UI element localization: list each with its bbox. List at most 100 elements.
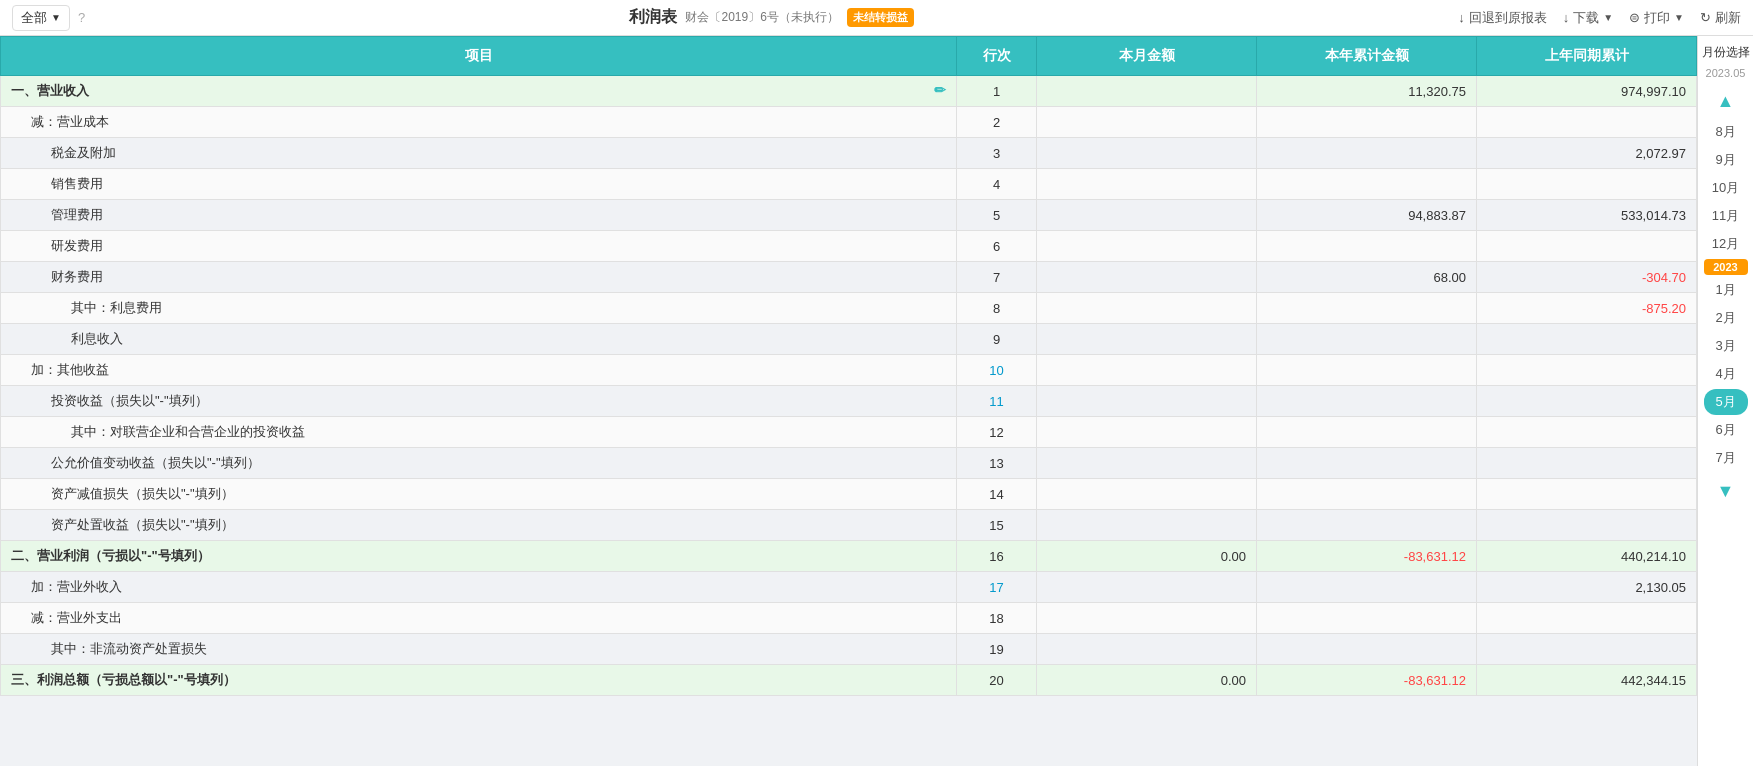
- cell-row-number: 15: [957, 510, 1037, 541]
- month-item[interactable]: 8月: [1704, 119, 1748, 145]
- month-item[interactable]: 12月: [1704, 231, 1748, 257]
- print-label: 打印: [1644, 9, 1670, 27]
- month-item[interactable]: 11月: [1704, 203, 1748, 229]
- back-btn[interactable]: ↓ 回退到原报表: [1458, 9, 1547, 27]
- cell-month-amount: [1037, 76, 1257, 107]
- table-row: 销售费用4: [1, 169, 1697, 200]
- help-icon[interactable]: ?: [78, 10, 85, 25]
- cell-prev-amount: 533,014.73: [1477, 200, 1697, 231]
- cell-prev-amount: 2,072.97: [1477, 138, 1697, 169]
- cell-ytd-amount: [1257, 386, 1477, 417]
- cell-prev-amount: [1477, 603, 1697, 634]
- cell-item: 加：营业外收入: [1, 572, 957, 603]
- table-row: 资产减值损失（损失以"-"填列）14: [1, 479, 1697, 510]
- cell-ytd-amount: [1257, 138, 1477, 169]
- cell-prev-amount: [1477, 417, 1697, 448]
- cell-prev-amount: 440,214.10: [1477, 541, 1697, 572]
- cell-prev-amount: [1477, 479, 1697, 510]
- cell-ytd-amount: [1257, 448, 1477, 479]
- month-item[interactable]: 3月: [1704, 333, 1748, 359]
- cell-item: 其中：非流动资产处置损失: [1, 634, 957, 665]
- cell-month-amount: 0.00: [1037, 541, 1257, 572]
- cell-row-number[interactable]: 11: [957, 386, 1037, 417]
- cell-ytd-amount: [1257, 603, 1477, 634]
- cell-row-number: 8: [957, 293, 1037, 324]
- cell-item: 公允价值变动收益（损失以"-"填列）: [1, 448, 957, 479]
- table-row: 利息收入9: [1, 324, 1697, 355]
- cell-ytd-amount: [1257, 169, 1477, 200]
- month-item[interactable]: 4月: [1704, 361, 1748, 387]
- download-arrow: ▼: [1603, 12, 1613, 23]
- download-icon: ↓: [1563, 10, 1570, 25]
- cell-month-amount: [1037, 386, 1257, 417]
- table-row: 税金及附加32,072.97: [1, 138, 1697, 169]
- edit-icon[interactable]: ✏: [934, 82, 946, 98]
- cell-row-number[interactable]: 17: [957, 572, 1037, 603]
- cell-prev-amount: 974,997.10: [1477, 76, 1697, 107]
- cell-item: 加：其他收益: [1, 355, 957, 386]
- table-row: 公允价值变动收益（损失以"-"填列）13: [1, 448, 1697, 479]
- cell-row-number: 7: [957, 262, 1037, 293]
- refresh-btn[interactable]: ↻ 刷新: [1700, 9, 1741, 27]
- month-item[interactable]: 2023: [1704, 259, 1748, 275]
- cell-month-amount: [1037, 634, 1257, 665]
- cell-item: 投资收益（损失以"-"填列）: [1, 386, 957, 417]
- status-badge: 未结转损益: [847, 8, 914, 27]
- table-row: 管理费用594,883.87533,014.73: [1, 200, 1697, 231]
- cell-row-number: 1: [957, 76, 1037, 107]
- top-bar-right: ↓ 回退到原报表 ↓ 下载 ▼ ⊜ 打印 ▼ ↻ 刷新: [1458, 9, 1741, 27]
- cell-prev-amount: 2,130.05: [1477, 572, 1697, 603]
- cell-row-number: 3: [957, 138, 1037, 169]
- table-row: 二、营业利润（亏损以"-"号填列）160.00-83,631.12440,214…: [1, 541, 1697, 572]
- scope-dropdown[interactable]: 全部 ▼: [12, 5, 70, 31]
- table-area: 项目 行次 本月金额 本年累计金额 上年同期累计 一、营业收入✏111,320.…: [0, 36, 1697, 766]
- month-item[interactable]: 6月: [1704, 417, 1748, 443]
- month-item[interactable]: 2月: [1704, 305, 1748, 331]
- col-header-prev: 上年同期累计: [1477, 37, 1697, 76]
- table-row: 其中：对联营企业和合营企业的投资收益12: [1, 417, 1697, 448]
- print-arrow: ▼: [1674, 12, 1684, 23]
- sidebar-up-arrow[interactable]: ▲: [1710, 85, 1742, 117]
- refresh-label: 刷新: [1715, 9, 1741, 27]
- cell-prev-amount: [1477, 510, 1697, 541]
- cell-month-amount: [1037, 448, 1257, 479]
- cell-ytd-amount: -83,631.12: [1257, 665, 1477, 696]
- cell-month-amount: [1037, 510, 1257, 541]
- cell-item: 利息收入: [1, 324, 957, 355]
- month-item[interactable]: 7月: [1704, 445, 1748, 471]
- cell-item: 资产减值损失（损失以"-"填列）: [1, 479, 957, 510]
- cell-item: 减：营业外支出: [1, 603, 957, 634]
- month-item[interactable]: 10月: [1704, 175, 1748, 201]
- table-row: 资产处置收益（损失以"-"填列）15: [1, 510, 1697, 541]
- sidebar-down-arrow[interactable]: ▼: [1710, 475, 1742, 507]
- print-btn[interactable]: ⊜ 打印 ▼: [1629, 9, 1684, 27]
- cell-item: 其中：对联营企业和合营企业的投资收益: [1, 417, 957, 448]
- cell-prev-amount: [1477, 231, 1697, 262]
- cell-prev-amount: -875.20: [1477, 293, 1697, 324]
- cell-row-number: 14: [957, 479, 1037, 510]
- cell-item: 财务费用: [1, 262, 957, 293]
- cell-row-number: 9: [957, 324, 1037, 355]
- month-item[interactable]: 1月: [1704, 277, 1748, 303]
- cell-month-amount: [1037, 169, 1257, 200]
- cell-month-amount: [1037, 324, 1257, 355]
- cell-ytd-amount: [1257, 417, 1477, 448]
- cell-row-number[interactable]: 10: [957, 355, 1037, 386]
- print-icon: ⊜: [1629, 10, 1640, 25]
- cell-item: 减：营业成本: [1, 107, 957, 138]
- cell-ytd-amount: [1257, 293, 1477, 324]
- col-header-item: 项目: [1, 37, 957, 76]
- month-item[interactable]: 9月: [1704, 147, 1748, 173]
- cell-item: 其中：利息费用: [1, 293, 957, 324]
- cell-month-amount: [1037, 355, 1257, 386]
- download-btn[interactable]: ↓ 下载 ▼: [1563, 9, 1613, 27]
- back-label: 回退到原报表: [1469, 9, 1547, 27]
- month-item[interactable]: 5月: [1704, 389, 1748, 415]
- table-row: 投资收益（损失以"-"填列）11: [1, 386, 1697, 417]
- cell-row-number: 18: [957, 603, 1037, 634]
- sidebar-date-label: 2023.05: [1706, 67, 1746, 79]
- cell-row-number: 2: [957, 107, 1037, 138]
- table-row: 其中：利息费用8 -875.20: [1, 293, 1697, 324]
- back-icon: ↓: [1458, 10, 1465, 25]
- top-bar-center: 利润表 财会〔2019〕6号（未执行） 未结转损益: [629, 7, 913, 28]
